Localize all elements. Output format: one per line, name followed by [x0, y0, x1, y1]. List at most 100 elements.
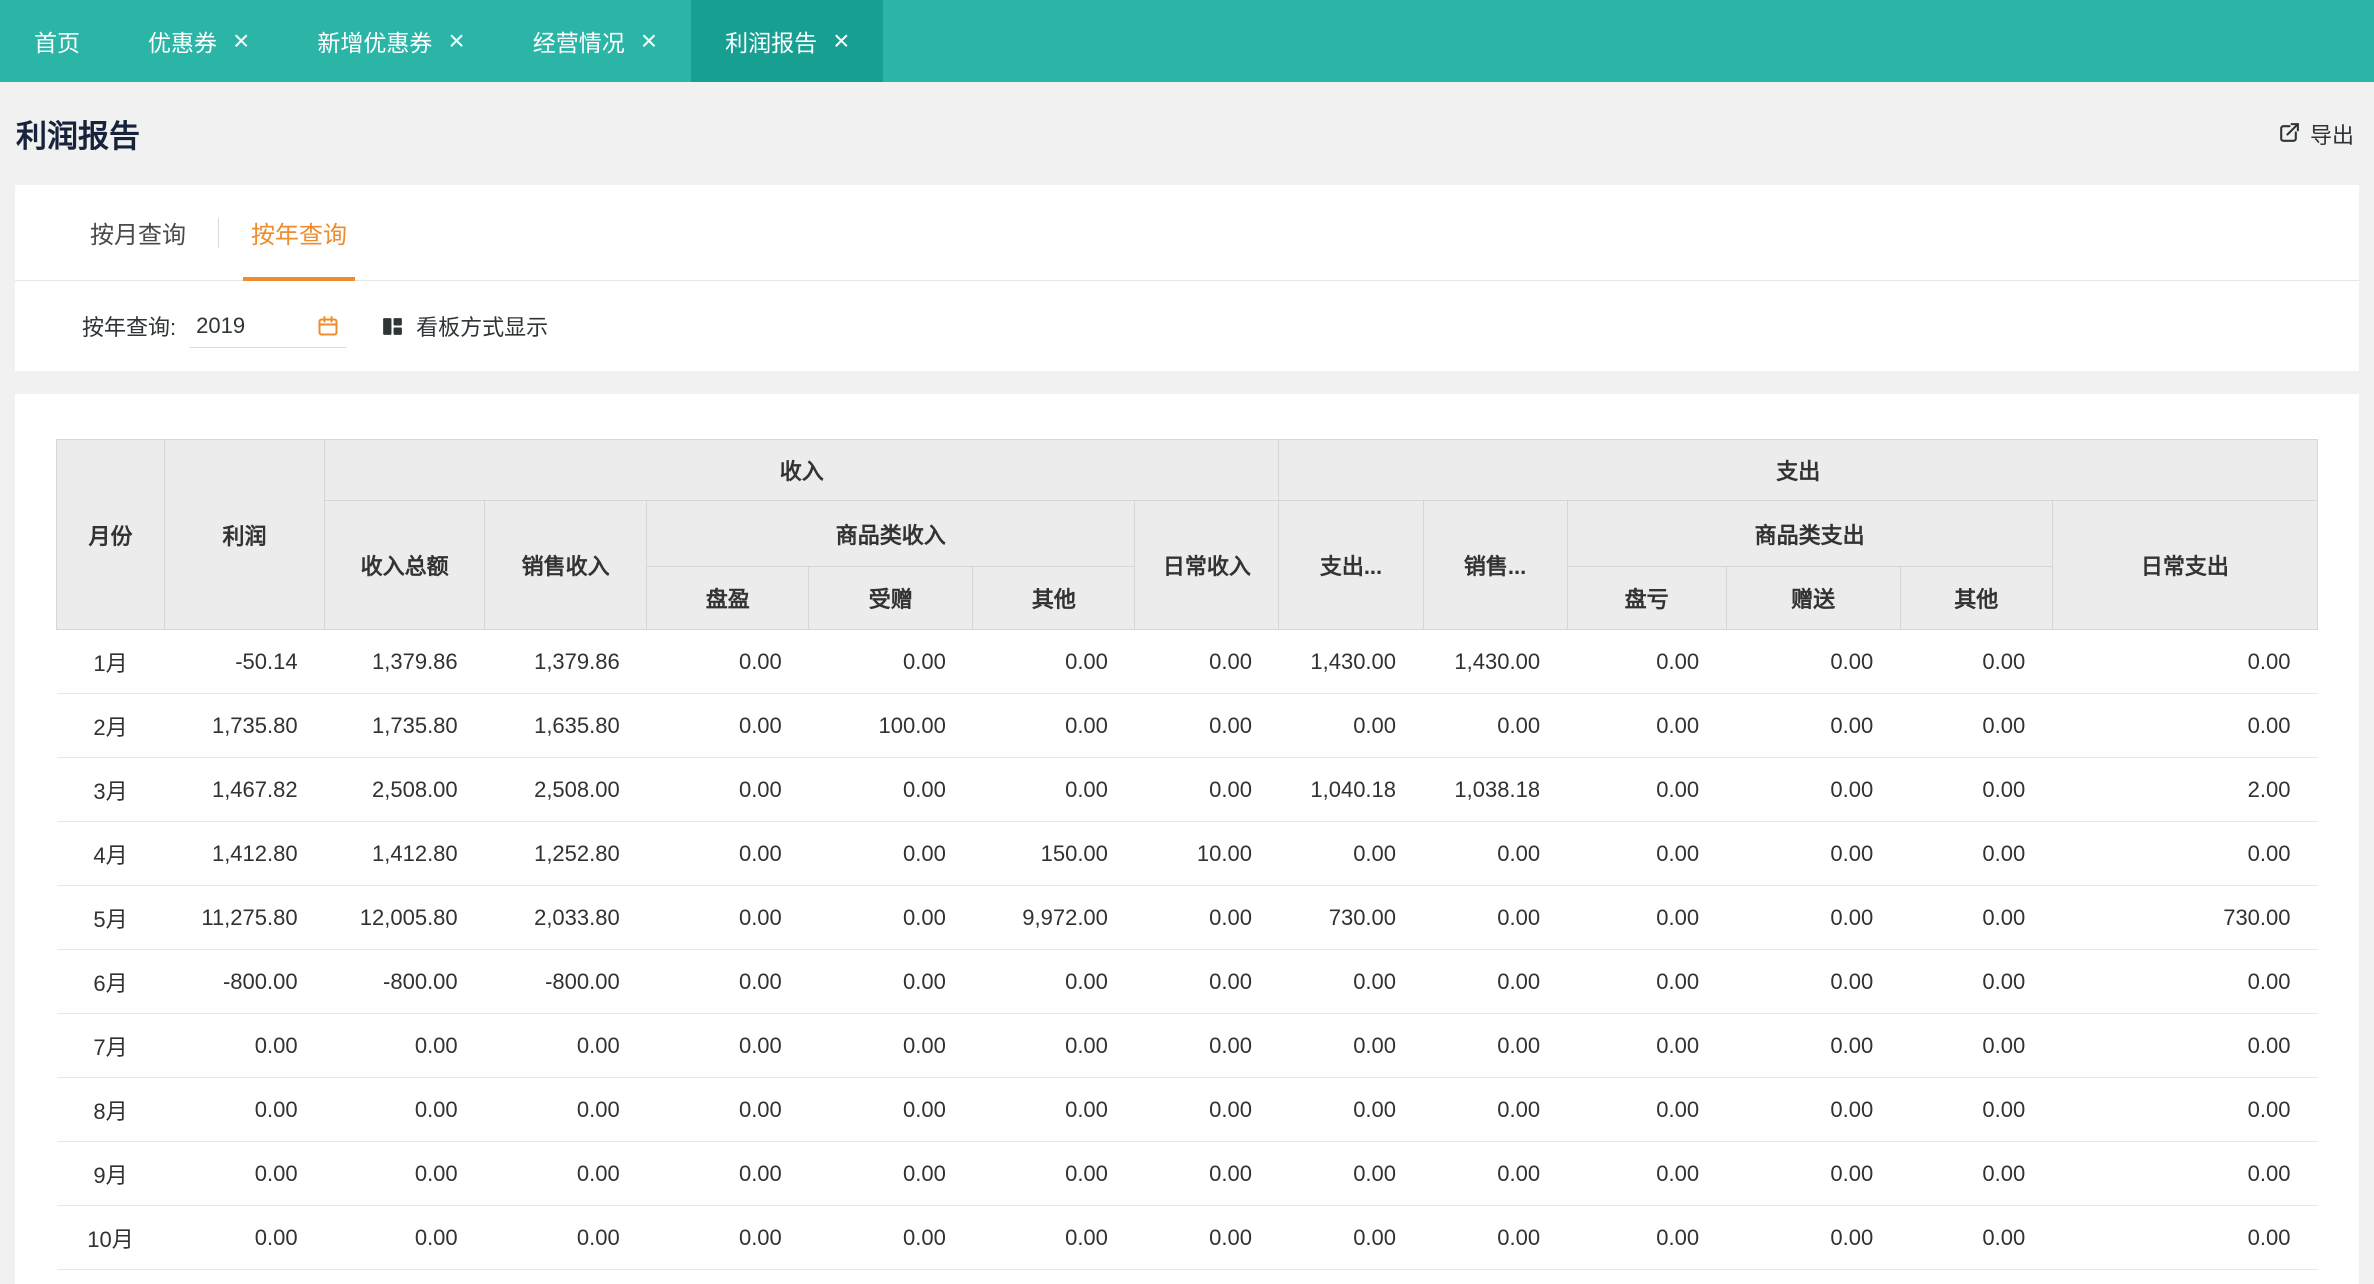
value-cell: 0.00 — [1567, 757, 1727, 822]
table-row: 1月 -50.14 1,379.86 1,379.86 0.00 0.00 0.00 0.00… — [56, 629, 2318, 694]
value-cell: 1,412.80 — [324, 821, 485, 886]
tab-monthly-query[interactable]: 按月查询 — [82, 185, 194, 280]
year-input[interactable]: 2019 — [190, 305, 347, 348]
value-cell: 2,033.80 — [484, 885, 647, 950]
col-header-profit: 利润 — [164, 439, 326, 630]
value-cell: -50.14 — [164, 629, 325, 694]
value-cell: 9,972.00 — [972, 885, 1135, 950]
value-cell: 0.00 — [484, 1077, 647, 1142]
export-label: 导出 — [2309, 122, 2354, 148]
value-cell: 0.00 — [2052, 821, 2318, 886]
value-cell: 0.00 — [1900, 949, 2053, 1014]
export-icon — [2276, 121, 2301, 146]
value-cell: 0.00 — [164, 1205, 325, 1270]
value-cell: 0.00 — [646, 1013, 809, 1078]
page-header: 利润报告 导出 — [0, 82, 2374, 185]
close-icon[interactable]: × — [448, 27, 464, 55]
value-cell: 0.00 — [164, 1077, 325, 1142]
value-cell: 0.00 — [1134, 629, 1279, 694]
table-row: 9月 0.00 0.00 0.00 0.00 0.00 0.00 0.00 0.00 0.00 0.… — [56, 1141, 2318, 1206]
value-cell: 0.00 — [1423, 885, 1568, 950]
value-cell: 0.00 — [1567, 821, 1727, 886]
table-row: 4月 1,412.80 1,412.80 1,252.80 0.00 0.00 150.00… — [56, 821, 2318, 886]
value-cell: 0.00 — [2052, 949, 2318, 1014]
value-cell: 0.00 — [1900, 1141, 2053, 1206]
value-cell: 0.00 — [1567, 1077, 1727, 1142]
top-tab-3[interactable]: 经营情况 × — [499, 0, 691, 82]
tab-yearly-query[interactable]: 按年查询 — [243, 185, 355, 281]
value-cell: 0.00 — [808, 757, 973, 822]
value-cell: 0.00 — [972, 1077, 1135, 1142]
col-header-expense-other: 其他 — [1899, 566, 2053, 630]
value-cell: 0.00 — [972, 629, 1135, 694]
month-cell: 1月 — [56, 629, 165, 694]
value-cell: 0.00 — [1134, 1077, 1279, 1142]
month-cell: 5月 — [56, 885, 165, 950]
value-cell: 0.00 — [1726, 1077, 1901, 1142]
month-cell: 6月 — [56, 949, 165, 1014]
table-row: 5月 11,275.80 12,005.80 2,033.80 0.00 0.00 9,97… — [56, 885, 2318, 950]
value-cell: 0.00 — [1726, 629, 1901, 694]
top-tab-4[interactable]: 利润报告 × — [691, 0, 884, 82]
value-cell: 0.00 — [646, 885, 809, 950]
close-icon[interactable]: × — [641, 27, 657, 55]
value-cell: 0.00 — [646, 693, 809, 758]
top-tab-1[interactable]: 优惠券 × — [114, 0, 283, 82]
col-group-income: 收入 — [324, 439, 1280, 501]
value-cell: 1,379.86 — [484, 629, 647, 694]
close-icon[interactable]: × — [833, 27, 849, 55]
value-cell: 0.00 — [972, 1141, 1135, 1206]
export-button[interactable]: 导出 — [2276, 118, 2354, 150]
month-cell: 4月 — [56, 821, 165, 886]
value-cell: 0.00 — [1726, 693, 1901, 758]
year-value: 2019 — [196, 312, 246, 338]
month-cell: 2月 — [56, 693, 165, 758]
value-cell: 10.00 — [1134, 821, 1279, 886]
value-cell: -800.00 — [324, 949, 485, 1014]
report-card: 月份 利润 收入 支出 收入总额 销售收入 商品类收入 日常收入 支出... 销… — [15, 394, 2359, 1284]
value-cell: 0.00 — [808, 629, 973, 694]
value-cell: 0.00 — [972, 949, 1135, 1014]
value-cell: 0.00 — [1278, 1205, 1424, 1270]
value-cell: 2.00 — [2052, 757, 2318, 822]
top-tab-2[interactable]: 新增优惠券 × — [283, 0, 498, 82]
value-cell: 0.00 — [1726, 949, 1901, 1014]
value-cell: 0.00 — [164, 1013, 325, 1078]
filter-row: 按年查询: 2019 看板方式显示 — [15, 281, 2359, 371]
value-cell: 0.00 — [646, 1205, 809, 1270]
col-header-inventory-gain: 盘盈 — [646, 566, 810, 630]
value-cell: 0.00 — [324, 1141, 485, 1206]
board-view-toggle[interactable]: 看板方式显示 — [380, 310, 548, 342]
col-group-expense: 支出 — [1278, 439, 2318, 501]
tab-divider — [218, 217, 219, 248]
value-cell: 0.00 — [1726, 1205, 1901, 1270]
value-cell: 0.00 — [1134, 757, 1279, 822]
value-cell: 11,275.80 — [164, 885, 325, 950]
value-cell: 100.00 — [808, 693, 973, 758]
value-cell: 1,252.80 — [484, 821, 647, 886]
value-cell: 0.00 — [1726, 757, 1901, 822]
value-cell: 0.00 — [1726, 885, 1901, 950]
value-cell: 0.00 — [2052, 1205, 2318, 1270]
value-cell: 0.00 — [1900, 693, 2053, 758]
value-cell: 0.00 — [2052, 1077, 2318, 1142]
close-icon[interactable]: × — [233, 27, 249, 55]
top-tab-label: 首页 — [34, 30, 80, 56]
value-cell: 0.00 — [1726, 1013, 1901, 1078]
value-cell: 0.00 — [1423, 949, 1568, 1014]
top-tab-0[interactable]: 首页 — [0, 0, 114, 82]
board-toggle-label: 看板方式显示 — [416, 315, 549, 340]
value-cell: 2,508.00 — [324, 757, 485, 822]
value-cell: 0.00 — [1900, 821, 2053, 886]
value-cell: 0.00 — [808, 821, 973, 886]
value-cell: 0.00 — [1278, 1077, 1424, 1142]
value-cell: 0.00 — [1278, 949, 1424, 1014]
value-cell: 0.00 — [646, 757, 809, 822]
calendar-icon[interactable] — [316, 314, 340, 338]
top-tab-label: 经营情况 — [532, 30, 625, 56]
top-tab-label: 利润报告 — [725, 30, 818, 56]
value-cell: 0.00 — [1900, 629, 2053, 694]
value-cell: 0.00 — [1134, 885, 1279, 950]
value-cell: 0.00 — [1134, 949, 1279, 1014]
value-cell: 0.00 — [1900, 1205, 2053, 1270]
